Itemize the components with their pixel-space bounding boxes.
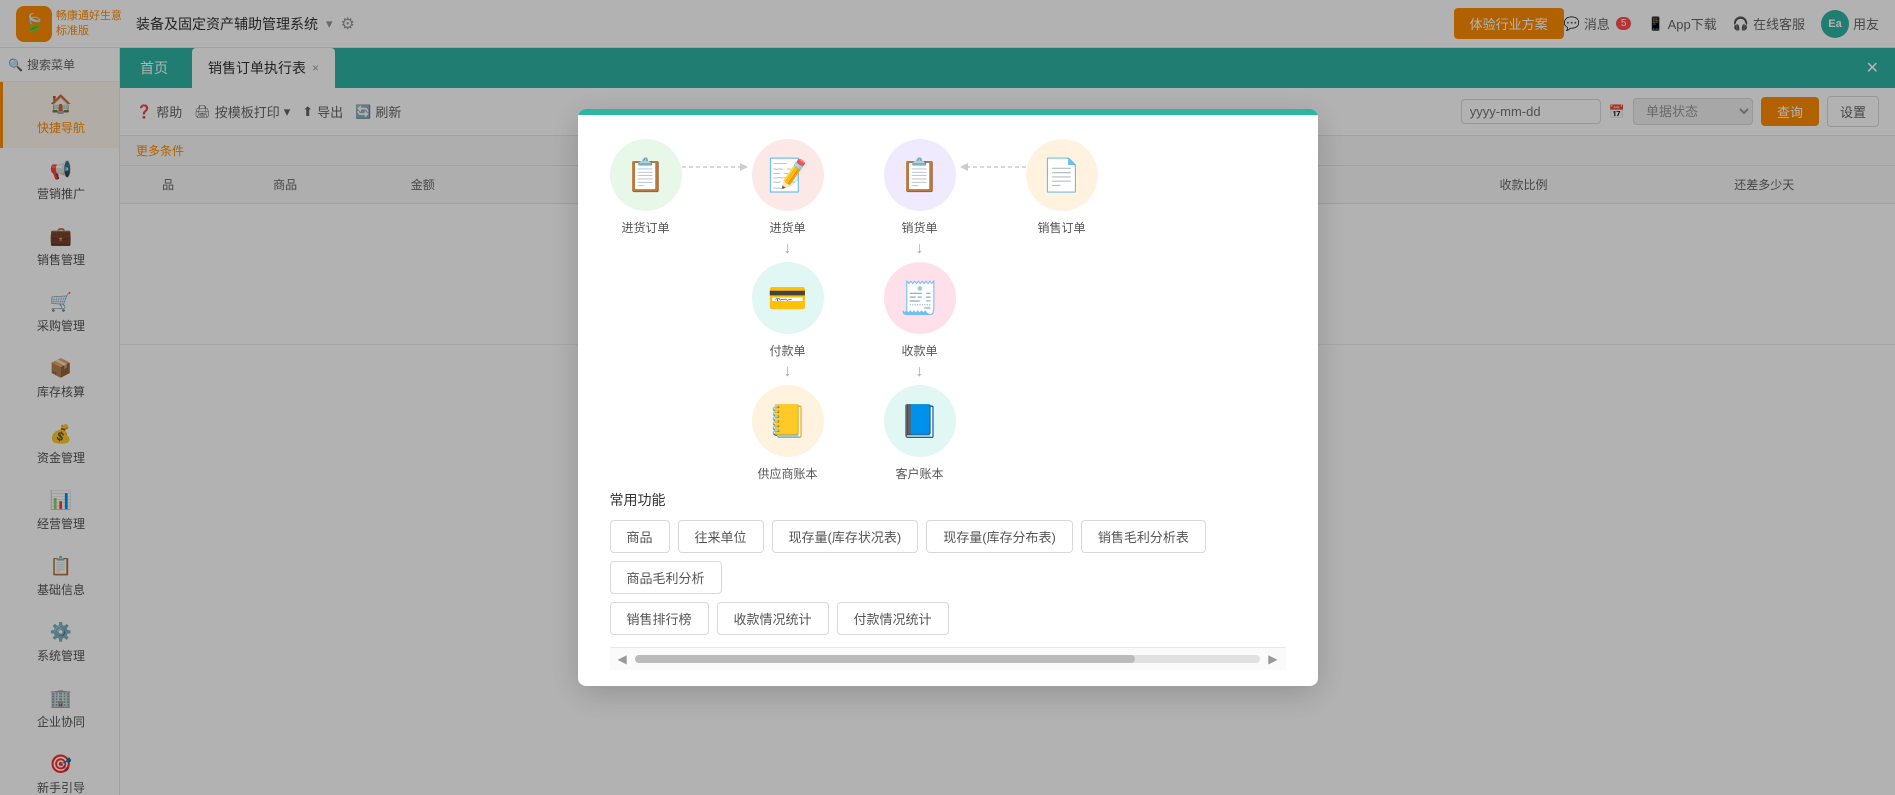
func-btn-sales-profit[interactable]: 销售毛利分析表 [1081,520,1206,553]
flow-col-3: 📋 销货单 ↓ 🧾 收款单 ↓ 📘 客户账本 [884,139,956,482]
flow-node-customer-ledger[interactable]: 📘 客户账本 [884,385,956,482]
modal-overlay[interactable]: 📋 进货订单 📝 进货单 [0,0,1895,795]
down-arrow-2: ↓ [784,363,792,381]
func-btn-partners[interactable]: 往来单位 [678,520,764,553]
sales-receipt-circle: 📋 [884,139,956,211]
arrow-1 [682,139,752,199]
scroll-right-icon[interactable]: ▶ [1268,652,1277,666]
purchase-order-circle: 📋 [610,139,682,211]
supplier-ledger-label: 供应商账本 [757,465,817,482]
sales-order-circle: 📄 [1026,139,1098,211]
down-arrow-4: ↓ [916,363,924,381]
flow-col-4: 📄 销售订单 [1026,139,1098,236]
common-func-title: 常用功能 [610,490,1286,510]
flow-node-receipt[interactable]: 🧾 收款单 [884,262,956,359]
common-functions: 常用功能 商品 往来单位 现存量(库存状况表) 现存量(库存分布表) 销售毛利分… [610,490,1286,635]
scroll-bar-area: ◀ ▶ [610,647,1286,670]
flow-node-purchase-receipt[interactable]: 📝 进货单 [752,139,824,236]
scroll-thumb [635,655,1135,663]
flow-col-1: 📋 进货订单 [610,139,682,236]
func-btn-payment-stats[interactable]: 付款情况统计 [837,602,949,635]
modal-body: 📋 进货订单 📝 进货单 [578,115,1318,686]
flow-diagram: 📋 进货订单 📝 进货单 [610,139,1286,482]
flow-col-2: 📝 进货单 ↓ 💳 付款单 ↓ 📒 供应商账本 [752,139,824,482]
flow-node-supplier-ledger[interactable]: 📒 供应商账本 [752,385,824,482]
modal: 📋 进货订单 📝 进货单 [578,109,1318,686]
down-arrow-3: ↓ [916,240,924,258]
dashed-arrow-2 [956,159,1026,175]
payment-label: 付款单 [769,342,805,359]
receipt-label: 收款单 [901,342,937,359]
flow-node-sales-order[interactable]: 📄 销售订单 [1026,139,1098,236]
flow-node-sales-receipt[interactable]: 📋 销货单 [884,139,956,236]
func-btn-receipt-stats[interactable]: 收款情况统计 [717,602,829,635]
purchase-receipt-circle: 📝 [752,139,824,211]
func-buttons-row-1: 商品 往来单位 现存量(库存状况表) 现存量(库存分布表) 销售毛利分析表 商品… [610,520,1286,594]
arrow-2 [956,139,1026,199]
func-btn-sales-rank[interactable]: 销售排行榜 [610,602,709,635]
customer-ledger-circle: 📘 [884,385,956,457]
scroll-track[interactable] [635,655,1261,663]
func-btn-inventory-status[interactable]: 现存量(库存状况表) [772,520,919,553]
func-btn-product[interactable]: 商品 [610,520,670,553]
func-buttons-row-2: 销售排行榜 收款情况统计 付款情况统计 [610,602,1286,635]
purchase-order-label: 进货订单 [621,219,669,236]
func-btn-inventory-dist[interactable]: 现存量(库存分布表) [926,520,1073,553]
payment-circle: 💳 [752,262,824,334]
sales-receipt-label: 销货单 [901,219,937,236]
flow-node-purchase-order[interactable]: 📋 进货订单 [610,139,682,236]
receipt-circle: 🧾 [884,262,956,334]
dashed-arrow-1 [682,159,752,175]
down-arrow-1: ↓ [784,240,792,258]
scroll-left-icon[interactable]: ◀ [618,652,627,666]
customer-ledger-label: 客户账本 [895,465,943,482]
func-btn-product-profit[interactable]: 商品毛利分析 [610,561,722,594]
flow-node-payment[interactable]: 💳 付款单 [752,262,824,359]
sales-order-label: 销售订单 [1037,219,1085,236]
purchase-receipt-label: 进货单 [769,219,805,236]
supplier-ledger-circle: 📒 [752,385,824,457]
